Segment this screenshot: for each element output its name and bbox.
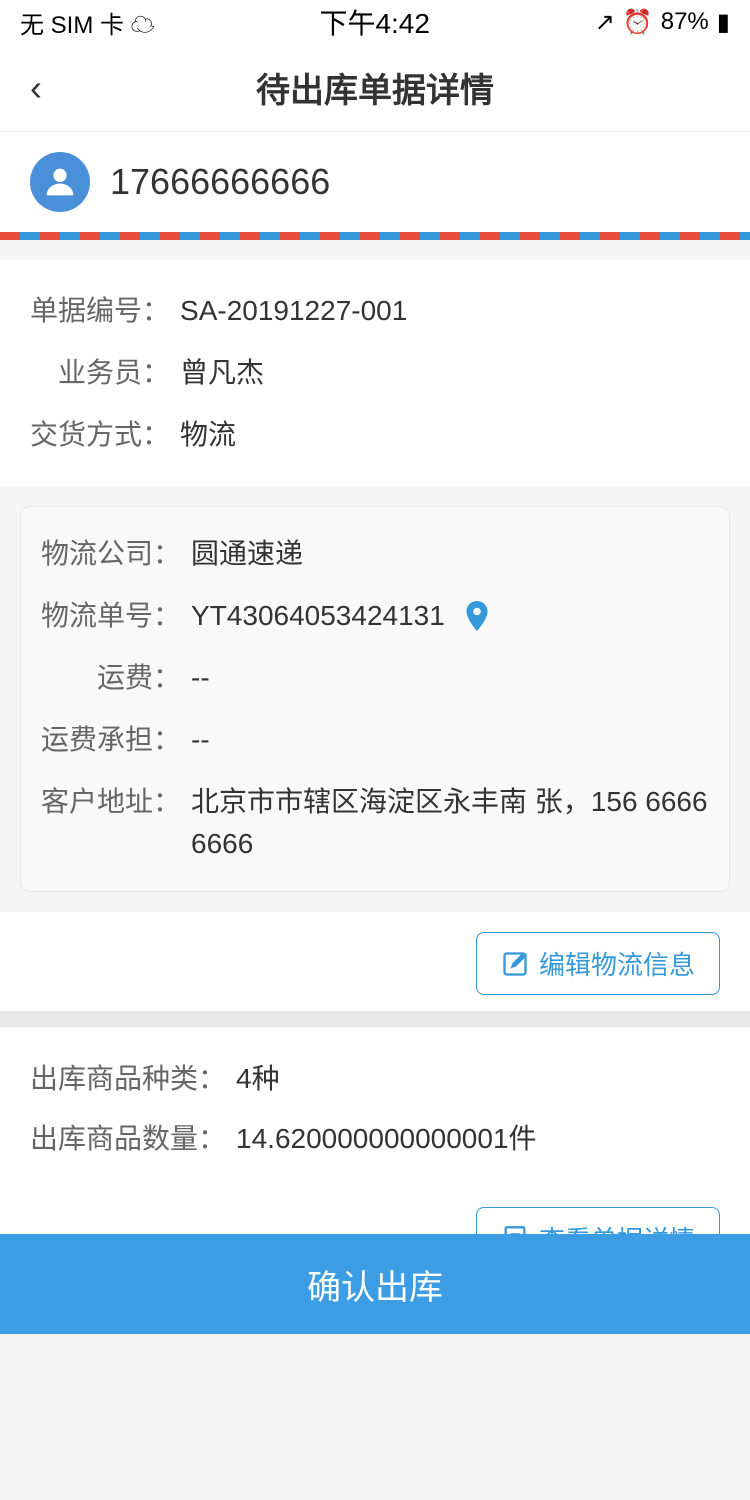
page-title: 待出库单据详情 — [256, 63, 494, 112]
freight-bearer-label: 运费承担： — [41, 719, 181, 761]
status-left: 无 SIM 卡 ☁ — [20, 5, 155, 40]
battery-percentage: 87% — [661, 8, 709, 36]
delivery-method-value: 物流 — [170, 414, 720, 456]
freight-row: 运费： -- — [41, 657, 709, 699]
edit-btn-row: 编辑物流信息 — [0, 912, 750, 1011]
goods-types-value: 4种 — [226, 1057, 280, 1097]
confirm-outbound-label: 确认出库 — [307, 1260, 443, 1309]
logistics-company-value: 圆通速递 — [181, 533, 709, 575]
status-time: 下午4:42 — [319, 2, 430, 42]
alarm-icon: ⏰ — [623, 8, 653, 37]
delivery-method-label: 交货方式： — [30, 414, 170, 456]
order-number-label: 单据编号： — [30, 290, 170, 332]
goods-quantity-row: 出库商品数量： 14.620000000000001件 — [30, 1117, 720, 1157]
salesperson-value: 曾凡杰 — [170, 352, 720, 394]
confirm-outbound-button[interactable]: 确认出库 — [0, 1234, 750, 1334]
order-info-section: 单据编号： SA-20191227-001 业务员： 曾凡杰 交货方式： 物流 — [0, 260, 750, 486]
location-status-icon: ↗ — [595, 8, 615, 37]
salesperson-row: 业务员： 曾凡杰 — [30, 352, 720, 394]
order-number-row: 单据编号： SA-20191227-001 — [30, 290, 720, 332]
status-right: ↗ ⏰ 87% ▮ — [595, 8, 730, 37]
avatar — [30, 152, 90, 212]
goods-quantity-label: 出库商品数量： — [30, 1117, 226, 1157]
edit-logistics-label: 编辑物流信息 — [539, 945, 695, 982]
freight-value: -- — [181, 657, 709, 699]
address-value: 北京市市辖区海淀区永丰南 张，156 6666 6666 — [181, 781, 709, 865]
freight-label: 运费： — [41, 657, 181, 699]
tracking-number-label: 物流单号： — [41, 595, 181, 637]
tracking-number-row: 物流单号： YT43064053424131 — [41, 595, 709, 637]
delivery-method-row: 交货方式： 物流 — [30, 414, 720, 456]
nav-bar: ‹ 待出库单据详情 — [0, 44, 750, 132]
logistics-card: 物流公司： 圆通速递 物流单号： YT43064053424131 运费： --… — [20, 506, 730, 892]
goods-quantity-value: 14.620000000000001件 — [226, 1117, 537, 1157]
salesperson-label: 业务员： — [30, 352, 170, 394]
status-bar: 无 SIM 卡 ☁ 下午4:42 ↗ ⏰ 87% ▮ — [0, 0, 750, 44]
edit-icon — [501, 950, 529, 978]
freight-bearer-row: 运费承担： -- — [41, 719, 709, 761]
tracking-value-text: YT43064053424131 — [191, 595, 445, 637]
address-row: 客户地址： 北京市市辖区海淀区永丰南 张，156 6666 6666 — [41, 781, 709, 865]
user-avatar-icon — [40, 162, 80, 202]
customer-phone: 17666666666 — [110, 161, 330, 203]
decorative-separator — [0, 232, 750, 240]
edit-logistics-button[interactable]: 编辑物流信息 — [476, 932, 720, 995]
goods-types-row: 出库商品种类： 4种 — [30, 1057, 720, 1097]
logistics-company-label: 物流公司： — [41, 533, 181, 575]
back-button[interactable]: ‹ — [30, 67, 42, 109]
customer-header: 17666666666 — [0, 132, 750, 232]
order-number-value: SA-20191227-001 — [170, 290, 720, 332]
section-separator — [0, 1011, 750, 1027]
battery-icon: ▮ — [717, 8, 730, 37]
goods-types-label: 出库商品种类： — [30, 1057, 226, 1097]
map-pin-icon[interactable] — [459, 598, 495, 634]
sim-label: 无 SIM 卡 ☁ — [20, 5, 155, 40]
tracking-number-value: YT43064053424131 — [181, 595, 709, 637]
freight-bearer-value: -- — [181, 719, 709, 761]
logistics-company-row: 物流公司： 圆通速递 — [41, 533, 709, 575]
goods-section: 出库商品种类： 4种 出库商品数量： 14.620000000000001件 — [0, 1027, 750, 1187]
address-label: 客户地址： — [41, 781, 181, 823]
